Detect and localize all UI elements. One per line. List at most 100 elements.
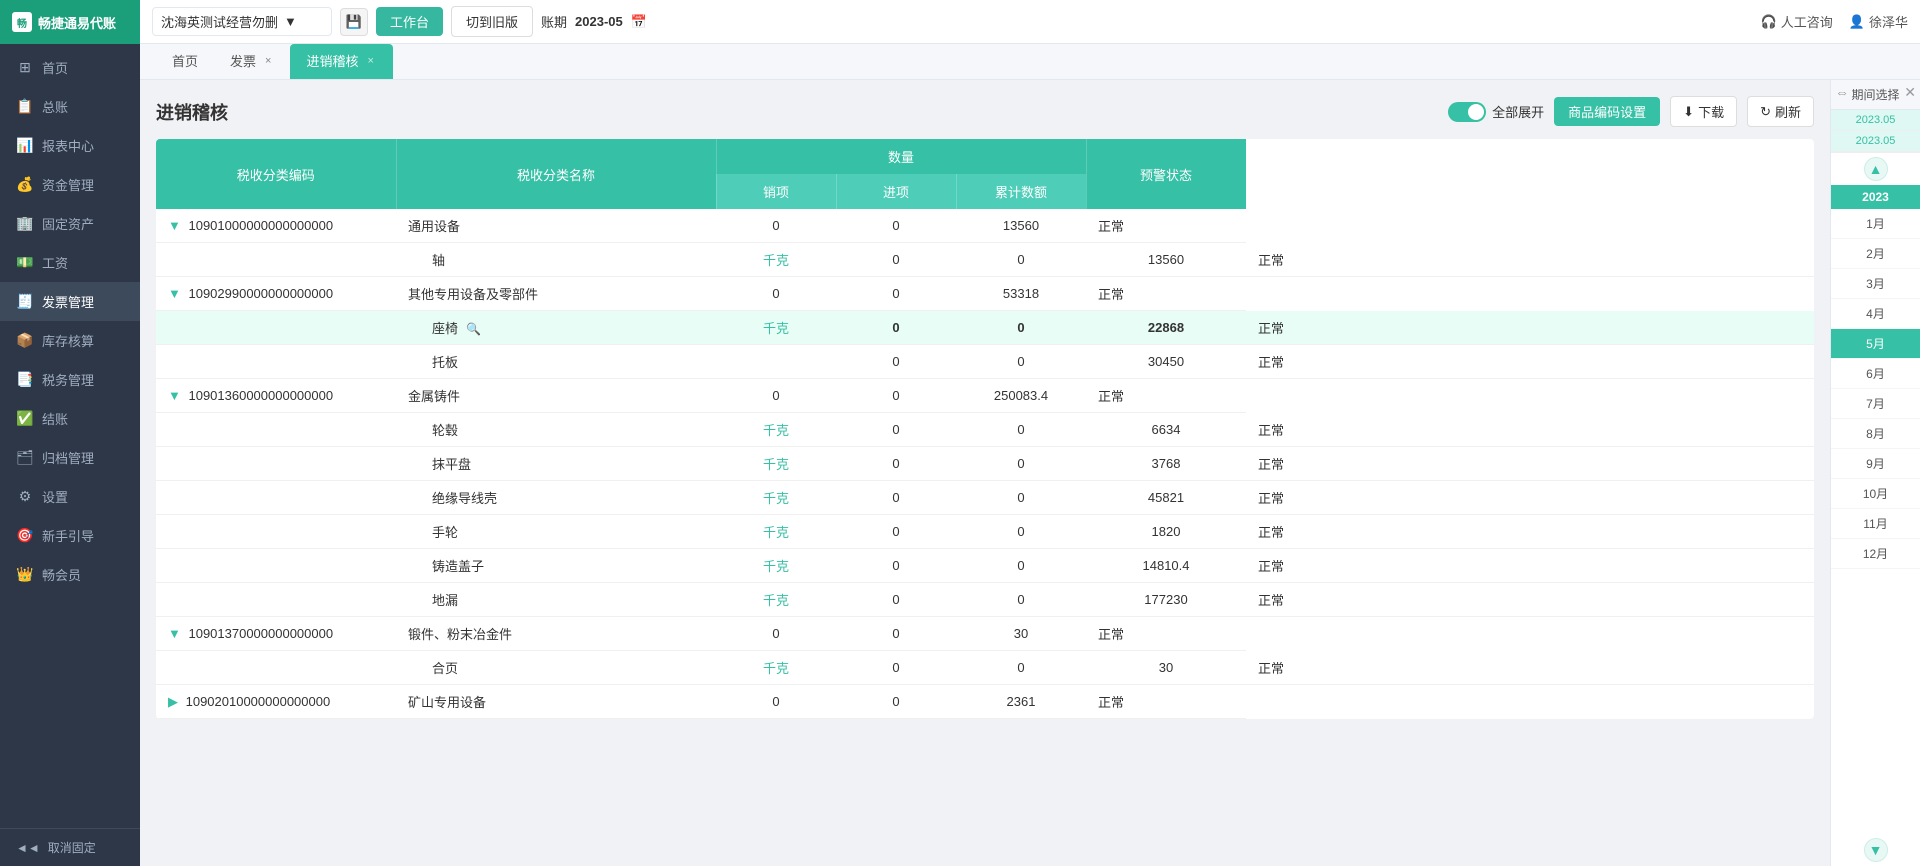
period-month-12月[interactable]: 12月 [1831, 539, 1920, 569]
sidebar-item-settings[interactable]: ⚙设置 [0, 477, 140, 516]
sidebar-item-ledger[interactable]: 📋总账 [0, 87, 140, 126]
period-month-4月[interactable]: 4月 [1831, 299, 1920, 329]
search-icon[interactable]: 🔍 [466, 322, 481, 336]
cell-name: 锻件、粉末冶金件 [396, 617, 716, 651]
calendar-icon[interactable]: 📅 [631, 14, 647, 30]
panel-close-button[interactable]: ✕ [1904, 84, 1916, 101]
year-label-2023[interactable]: 2023 [1831, 185, 1920, 209]
sidebar-item-invoice[interactable]: 🧾发票管理 [0, 282, 140, 321]
sidebar-item-archive[interactable]: 🗂归档管理 [0, 438, 140, 477]
sidebar-item-assets[interactable]: 🏢固定资产 [0, 204, 140, 243]
expand-toggle-switch[interactable] [1448, 102, 1486, 122]
period-month-11月[interactable]: 11月 [1831, 509, 1920, 539]
table-row[interactable]: ▼ 10901360000000000000 金属铸件 0 0 250083.4… [156, 379, 1814, 413]
cell-purchase: 0 [956, 549, 1086, 583]
sidebar-item-inventory[interactable]: 📦库存核算 [0, 321, 140, 360]
table-row[interactable]: ▼ 10901000000000000000 通用设备 0 0 13560 正常 [156, 209, 1814, 243]
cell-purchase: 0 [956, 311, 1086, 345]
tab-invoice[interactable]: 发票× [214, 44, 290, 79]
page-title: 进销稽核 [156, 99, 228, 125]
sidebar-item-reports[interactable]: 📊报表中心 [0, 126, 140, 165]
sidebar-label-guide: 新手引导 [42, 526, 94, 545]
period-month-6月[interactable]: 6月 [1831, 359, 1920, 389]
sidebar-item-member[interactable]: 👑畅会员 [0, 555, 140, 594]
period-month-2月[interactable]: 2月 [1831, 239, 1920, 269]
sidebar-item-guide[interactable]: 🎯新手引导 [0, 516, 140, 555]
workspace-button[interactable]: 工作台 [376, 7, 443, 36]
cell-status: 正常 [1086, 379, 1246, 413]
cell-unit: 千克 [716, 311, 836, 345]
product-code-button[interactable]: 商品编码设置 [1554, 97, 1660, 126]
home-icon: ⊞ [16, 59, 34, 76]
expand-icon[interactable]: ▶ [168, 694, 178, 709]
company-name: 沈海英测试经营勿删 [161, 12, 278, 31]
period-up-button[interactable]: ▲ [1864, 157, 1888, 181]
user-profile[interactable]: 👤 徐泽华 [1849, 12, 1908, 31]
cell-code: ▶ 10902010000000000000 [156, 685, 396, 719]
cell-status: 正常 [1246, 583, 1814, 617]
sidebar-item-tax[interactable]: 📑税务管理 [0, 360, 140, 399]
cell-sales: 0 [716, 209, 836, 243]
cell-status: 正常 [1246, 345, 1814, 379]
period-top-row-2[interactable]: 2023.05 [1831, 131, 1920, 152]
table-row[interactable]: ▼ 10901370000000000000 锻件、粉末冶金件 0 0 30 正… [156, 617, 1814, 651]
company-selector[interactable]: 沈海英测试经营勿删 ▼ [152, 7, 332, 36]
expand-icon[interactable]: ▼ [168, 626, 181, 641]
dropdown-icon: ▼ [284, 14, 297, 29]
period-month-7月[interactable]: 7月 [1831, 389, 1920, 419]
table-row: 铸造盖子千克0014810.4正常 [156, 549, 1814, 583]
sidebar: 畅 畅捷通易代账 ⊞首页📋总账📊报表中心💰资金管理🏢固定资产💵工资🧾发票管理📦库… [0, 0, 140, 866]
cell-unit: 千克 [716, 413, 836, 447]
salary-icon: 💵 [16, 254, 34, 271]
period-month-5月[interactable]: 5月 [1831, 329, 1920, 359]
col-sales-out: 销项 [716, 174, 836, 209]
tab-close-invoice[interactable]: × [262, 54, 274, 68]
cell-name: 合页 [396, 651, 716, 685]
period-month-1月[interactable]: 1月 [1831, 209, 1920, 239]
cell-status: 正常 [1246, 481, 1814, 515]
cell-indent [156, 481, 396, 515]
support-link[interactable]: 🎧 人工咨询 [1761, 12, 1833, 31]
cell-cumulative: 13560 [1086, 243, 1246, 277]
sidebar-item-settle[interactable]: ✅结账 [0, 399, 140, 438]
sidebar-label-reports: 报表中心 [42, 136, 94, 155]
table-row: 合页千克0030正常 [156, 651, 1814, 685]
months-list: 20231月2月3月4月5月6月7月8月9月10月11月12月 [1831, 185, 1920, 834]
period-month-9月[interactable]: 9月 [1831, 449, 1920, 479]
period-month-3月[interactable]: 3月 [1831, 269, 1920, 299]
expand-icon[interactable]: ▼ [168, 218, 181, 233]
table-row[interactable]: ▼ 10902990000000000000 其他专用设备及零部件 0 0 53… [156, 277, 1814, 311]
period-top-row-1[interactable]: 2023.05 [1831, 110, 1920, 131]
sidebar-label-ledger: 总账 [42, 97, 68, 116]
col-alert: 预警状态 [1086, 139, 1246, 209]
period-month-8月[interactable]: 8月 [1831, 419, 1920, 449]
cell-cumulative: 45821 [1086, 481, 1246, 515]
tab-reconcile[interactable]: 进销稽核× [290, 44, 392, 79]
tab-home[interactable]: 首页 [156, 44, 214, 79]
table-row[interactable]: ▶ 10902010000000000000 矿山专用设备 0 0 2361 正… [156, 685, 1814, 719]
expand-icon[interactable]: ▼ [168, 286, 181, 301]
tab-close-reconcile[interactable]: × [364, 54, 376, 68]
table-row: 轴千克0013560正常 [156, 243, 1814, 277]
sidebar-item-salary[interactable]: 💵工资 [0, 243, 140, 282]
cell-cumulative: 177230 [1086, 583, 1246, 617]
expand-icon[interactable]: ▼ [168, 388, 181, 403]
sidebar-item-funds[interactable]: 💰资金管理 [0, 165, 140, 204]
page-actions: 全部展开 商品编码设置 ⬇ 下载 ↻ 刷新 [1448, 96, 1814, 127]
sidebar-unpin-button[interactable]: ◄◄ 取消固定 [0, 828, 140, 866]
save-button[interactable]: 💾 [340, 8, 368, 36]
sidebar-item-home[interactable]: ⊞首页 [0, 48, 140, 87]
refresh-button[interactable]: ↻ 刷新 [1747, 96, 1814, 127]
cell-unit: 千克 [716, 447, 836, 481]
switch-version-button[interactable]: 切到旧版 [451, 6, 533, 37]
period-down-button[interactable]: ▼ [1864, 838, 1888, 862]
panel-expand-button[interactable]: ⇔ [1835, 84, 1849, 100]
period-label: 账期 [541, 12, 567, 31]
cell-status: 正常 [1246, 413, 1814, 447]
tabs-bar: 首页发票×进销稽核× [140, 44, 1920, 80]
table-body: ▼ 10901000000000000000 通用设备 0 0 13560 正常… [156, 209, 1814, 719]
app-name: 畅捷通易代账 [38, 13, 116, 32]
download-button[interactable]: ⬇ 下载 [1670, 96, 1737, 127]
period-month-10月[interactable]: 10月 [1831, 479, 1920, 509]
settings-icon: ⚙ [16, 488, 34, 505]
